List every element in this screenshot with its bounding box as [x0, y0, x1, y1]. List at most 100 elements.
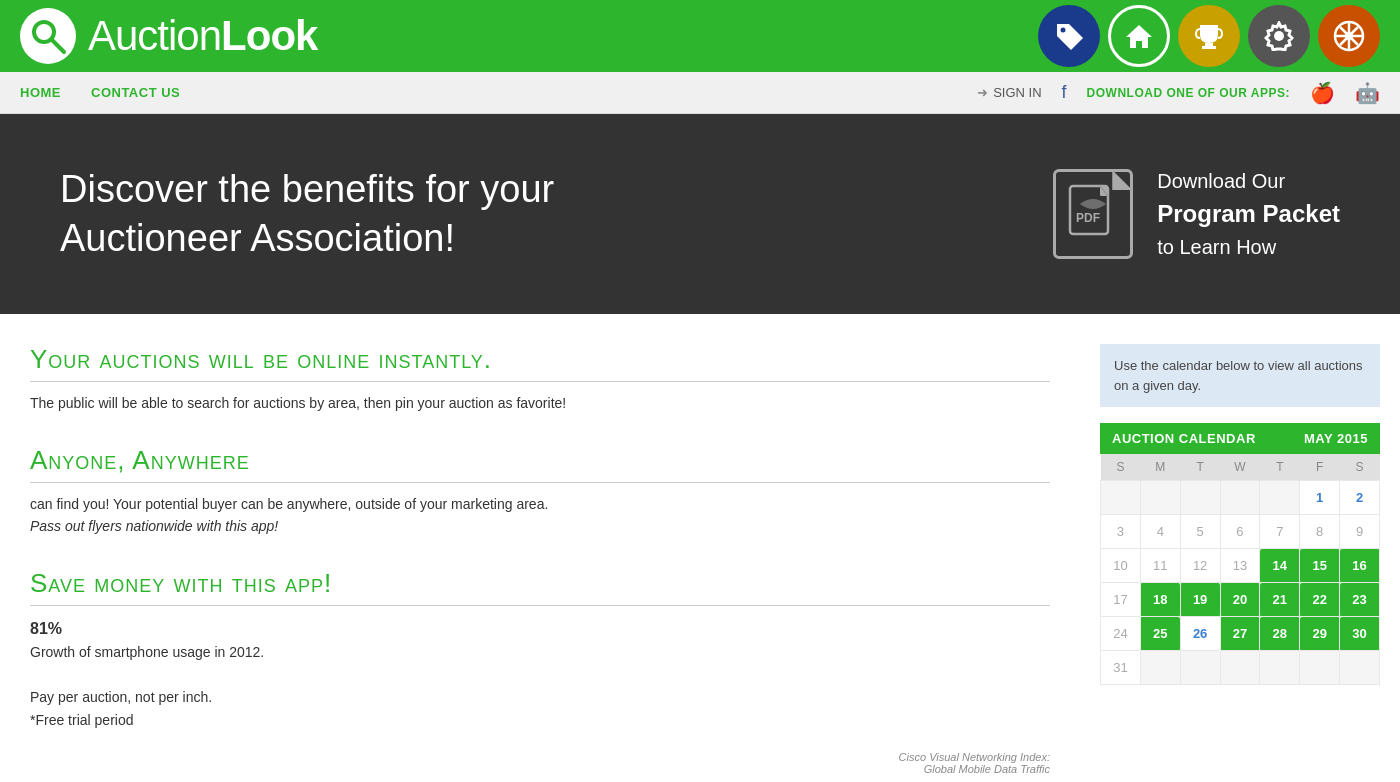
calendar-cell[interactable]: 15 [1300, 549, 1340, 583]
logo-text: AuctionLook [88, 12, 317, 60]
logo-magnifier-icon [20, 8, 76, 64]
home-link[interactable]: HOME [20, 85, 61, 100]
svg-point-6 [1274, 31, 1284, 41]
calendar-row: 10111213141516 [1101, 549, 1380, 583]
svg-line-1 [52, 40, 64, 52]
calendar-cell[interactable]: 2 [1340, 481, 1380, 515]
calendar-cell[interactable]: 31 [1101, 651, 1141, 685]
calendar-cell[interactable]: 3 [1101, 515, 1141, 549]
calendar-cell [1101, 481, 1141, 515]
header-icon-group [1038, 5, 1380, 67]
calendar-cell[interactable]: 25 [1140, 617, 1180, 651]
download-line1: Download Our [1157, 166, 1340, 196]
logo-bold-text: Look [221, 12, 317, 59]
svg-point-12 [1345, 32, 1353, 40]
cal-day-m: M [1140, 454, 1180, 481]
calendar-row: 12 [1101, 481, 1380, 515]
calendar-cell[interactable]: 16 [1340, 549, 1380, 583]
calendar-cell [1260, 481, 1300, 515]
calendar-cell[interactable]: 23 [1340, 583, 1380, 617]
tag-icon-btn[interactable] [1038, 5, 1100, 67]
gear-icon-btn[interactable] [1248, 5, 1310, 67]
section-body-save: 81% Growth of smartphone usage in 2012. … [30, 616, 1050, 731]
calendar-cell[interactable]: 24 [1101, 617, 1141, 651]
calendar-cell[interactable]: 4 [1140, 515, 1180, 549]
save-line1: Growth of smartphone usage in 2012. [30, 641, 1050, 663]
anyone-body-text: can find you! Your potential buyer can b… [30, 496, 548, 512]
anyone-italic-text: Pass out flyers nationwide with this app… [30, 518, 278, 534]
calendar-row: 17181920212223 [1101, 583, 1380, 617]
section-title-anyone: Anyone, Anywhere [30, 445, 1050, 476]
android-icon[interactable]: 🤖 [1355, 81, 1380, 105]
download-line2: Program Packet [1157, 200, 1340, 227]
save-percent: 81% [30, 616, 1050, 642]
calendar-cell[interactable]: 27 [1220, 617, 1260, 651]
download-apps-label: DOWNLOAD ONE OF OUR APPS: [1087, 86, 1290, 100]
calendar-cell[interactable]: 5 [1180, 515, 1220, 549]
cal-day-f: F [1300, 454, 1340, 481]
signin-arrow-icon: ➜ [977, 85, 988, 100]
calendar-cell [1140, 481, 1180, 515]
section-title-save: Save money with this app! [30, 568, 1050, 599]
svg-text:PDF: PDF [1076, 211, 1100, 225]
svg-rect-4 [1205, 43, 1213, 46]
home-icon-btn[interactable] [1108, 5, 1170, 67]
nav-right-area: ➜ SIGN IN f DOWNLOAD ONE OF OUR APPS: 🍎 … [977, 81, 1380, 105]
calendar-cell[interactable]: 6 [1220, 515, 1260, 549]
calendar-cell [1220, 481, 1260, 515]
content-left: Your auctions will be online instantly. … [0, 344, 1080, 782]
calendar-cell[interactable]: 19 [1180, 583, 1220, 617]
calendar-days-header: S M T W T F S [1101, 454, 1380, 481]
cal-day-s1: S [1101, 454, 1141, 481]
calendar-cell[interactable]: 29 [1300, 617, 1340, 651]
trophy-icon-btn[interactable] [1178, 5, 1240, 67]
calendar-cell[interactable]: 20 [1220, 583, 1260, 617]
hero-download-area[interactable]: PDF Download Our Program Packet to Learn… [1053, 166, 1340, 262]
calendar-cell[interactable]: 1 [1300, 481, 1340, 515]
calendar-cell[interactable]: 12 [1180, 549, 1220, 583]
calendar-cell[interactable]: 18 [1140, 583, 1180, 617]
calendar-cell[interactable]: 9 [1340, 515, 1380, 549]
pdf-icon: PDF [1053, 169, 1133, 259]
calendar-cell[interactable]: 11 [1140, 549, 1180, 583]
section-body-auctions: The public will be able to search for au… [30, 392, 1050, 414]
signin-button[interactable]: ➜ SIGN IN [977, 85, 1041, 100]
cisco-credit: Cisco Visual Networking Index:Global Mob… [30, 751, 1050, 775]
calendar-cell[interactable]: 13 [1220, 549, 1260, 583]
calendar-cell[interactable]: 30 [1340, 617, 1380, 651]
calendar-cell [1340, 651, 1380, 685]
calendar-cell [1260, 651, 1300, 685]
calendar-cell[interactable]: 10 [1101, 549, 1141, 583]
calendar-body: 1234567891011121314151617181920212223242… [1101, 481, 1380, 685]
navbar: HOME CONTACT US ➜ SIGN IN f DOWNLOAD ONE… [0, 72, 1400, 114]
signin-label: SIGN IN [993, 85, 1041, 100]
calendar-cell [1180, 651, 1220, 685]
section-body-anyone: can find you! Your potential buyer can b… [30, 493, 1050, 538]
hero-download-text: Download Our Program Packet to Learn How [1157, 166, 1340, 262]
section-divider-3 [30, 605, 1050, 606]
calendar-cell [1140, 651, 1180, 685]
calendar-title: AUCTION CALENDAR [1112, 431, 1256, 446]
calendar-cell[interactable]: 21 [1260, 583, 1300, 617]
calendar-table: S M T W T F S 12345678910111213141516171… [1100, 454, 1380, 685]
calendar-cell[interactable]: 7 [1260, 515, 1300, 549]
calendar-cell[interactable]: 14 [1260, 549, 1300, 583]
logo-light-text: Auction [88, 12, 221, 59]
save-line2: Pay per auction, not per inch. [30, 686, 1050, 708]
save-line3: *Free trial period [30, 709, 1050, 731]
calendar-cell[interactable]: 17 [1101, 583, 1141, 617]
calendar-row: 24252627282930 [1101, 617, 1380, 651]
section-anyone-anywhere: Anyone, Anywhere can find you! Your pote… [30, 445, 1050, 538]
snowflake-icon-btn[interactable] [1318, 5, 1380, 67]
calendar-cell[interactable]: 22 [1300, 583, 1340, 617]
site-header: AuctionLook [0, 0, 1400, 72]
calendar-cell[interactable]: 8 [1300, 515, 1340, 549]
calendar-cell[interactable]: 26 [1180, 617, 1220, 651]
section-divider-1 [30, 381, 1050, 382]
apple-icon[interactable]: 🍎 [1310, 81, 1335, 105]
calendar-cell[interactable]: 28 [1260, 617, 1300, 651]
facebook-icon[interactable]: f [1062, 82, 1067, 103]
section-save-money: Save money with this app! 81% Growth of … [30, 568, 1050, 775]
calendar-row: 3456789 [1101, 515, 1380, 549]
contact-link[interactable]: CONTACT US [91, 85, 180, 100]
